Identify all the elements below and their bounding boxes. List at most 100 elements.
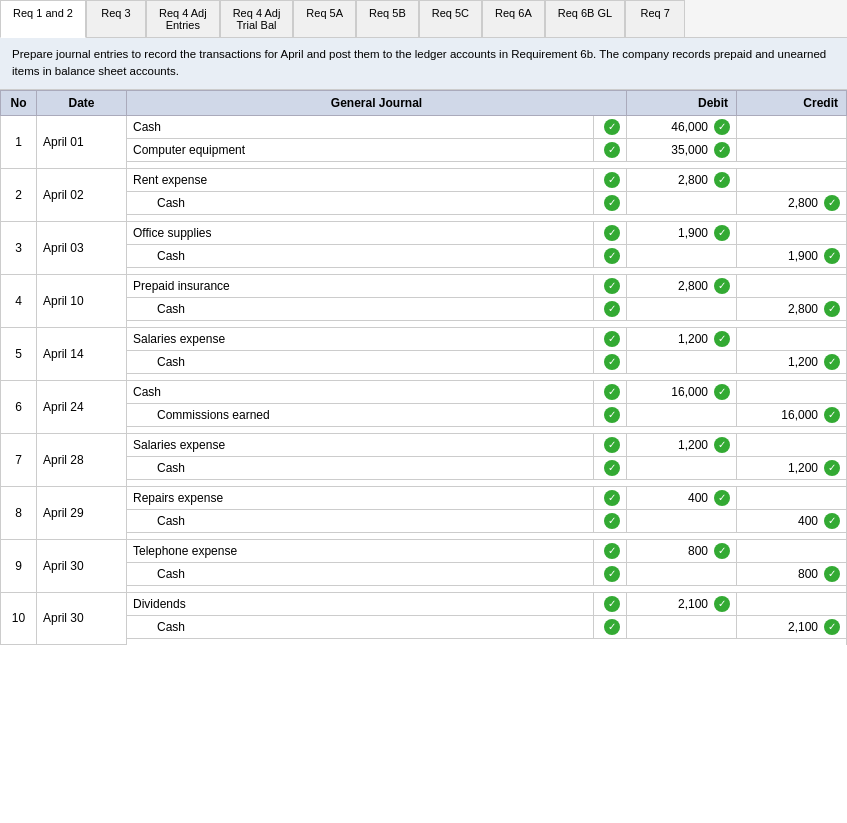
debit-cell[interactable]: 35,000 ✓	[627, 138, 737, 161]
table-row: 6 April 24 Cash ✓ 16,000 ✓	[1, 380, 847, 403]
debit-cell[interactable]: 1,200 ✓	[627, 433, 737, 456]
entry-desc[interactable]: Cash	[127, 191, 594, 214]
entry-date: April 03	[37, 221, 127, 274]
credit-cell	[737, 327, 847, 350]
check-cell[interactable]: ✓	[594, 562, 627, 585]
entry-desc[interactable]: Rent expense	[127, 168, 594, 191]
check-cell[interactable]: ✓	[594, 350, 627, 373]
credit-cell[interactable]: 2,100 ✓	[737, 615, 847, 638]
check-cell[interactable]: ✓	[594, 274, 627, 297]
tab-req4adj-entries[interactable]: Req 4 AdjEntries	[146, 0, 220, 37]
entry-desc[interactable]: Repairs expense	[127, 486, 594, 509]
entry-desc[interactable]: Cash	[127, 244, 594, 267]
credit-cell[interactable]: 2,800 ✓	[737, 191, 847, 214]
check-cell[interactable]: ✓	[594, 168, 627, 191]
tab-req1and2[interactable]: Req 1 and 2	[0, 0, 86, 38]
header-date: Date	[37, 90, 127, 115]
journal-table: No Date General Journal Debit Credit 1 A…	[0, 90, 847, 646]
check-cell[interactable]: ✓	[594, 297, 627, 320]
debit-cell[interactable]: 400 ✓	[627, 486, 737, 509]
debit-cell[interactable]: 1,200 ✓	[627, 327, 737, 350]
tab-req5c[interactable]: Req 5C	[419, 0, 482, 37]
header-no: No	[1, 90, 37, 115]
credit-cell[interactable]: 1,900 ✓	[737, 244, 847, 267]
credit-cell[interactable]: 2,800 ✓	[737, 297, 847, 320]
entry-no: 3	[1, 221, 37, 274]
tab-req5b[interactable]: Req 5B	[356, 0, 419, 37]
entry-desc[interactable]: Cash	[127, 562, 594, 585]
entry-desc[interactable]: Cash	[127, 456, 594, 479]
tab-req6b-gl[interactable]: Req 6B GL	[545, 0, 625, 37]
check-cell[interactable]: ✓	[594, 138, 627, 161]
debit-cell[interactable]: 2,100 ✓	[627, 592, 737, 615]
debit-cell[interactable]: 46,000 ✓	[627, 115, 737, 138]
credit-cell	[737, 221, 847, 244]
table-row: Cash ✓ 1,200 ✓	[1, 456, 847, 479]
check-cell[interactable]: ✓	[594, 115, 627, 138]
entry-desc[interactable]: Prepaid insurance	[127, 274, 594, 297]
entry-desc[interactable]: Commissions earned	[127, 403, 594, 426]
table-row: Commissions earned ✓ 16,000 ✓	[1, 403, 847, 426]
entry-no: 6	[1, 380, 37, 433]
entry-no: 5	[1, 327, 37, 380]
entry-desc[interactable]: Cash	[127, 615, 594, 638]
debit-cell[interactable]: 16,000 ✓	[627, 380, 737, 403]
entry-desc[interactable]: Cash	[127, 380, 594, 403]
check-cell[interactable]: ✓	[594, 539, 627, 562]
entry-desc[interactable]: Cash	[127, 350, 594, 373]
credit-cell[interactable]: 400 ✓	[737, 509, 847, 532]
entry-desc[interactable]: Cash	[127, 297, 594, 320]
debit-cell[interactable]: 800 ✓	[627, 539, 737, 562]
entry-date: April 24	[37, 380, 127, 433]
check-cell[interactable]: ✓	[594, 221, 627, 244]
credit-cell[interactable]: 1,200 ✓	[737, 456, 847, 479]
check-cell[interactable]: ✓	[594, 327, 627, 350]
credit-cell[interactable]: 800 ✓	[737, 562, 847, 585]
check-cell[interactable]: ✓	[594, 403, 627, 426]
check-cell[interactable]: ✓	[594, 191, 627, 214]
entry-desc[interactable]: Cash	[127, 509, 594, 532]
check-cell[interactable]: ✓	[594, 486, 627, 509]
check-cell[interactable]: ✓	[594, 456, 627, 479]
header-debit: Debit	[627, 90, 737, 115]
entry-date: April 29	[37, 486, 127, 539]
tab-req6a[interactable]: Req 6A	[482, 0, 545, 37]
debit-cell[interactable]: 2,800 ✓	[627, 274, 737, 297]
check-icon: ✓	[824, 460, 840, 476]
check-cell[interactable]: ✓	[594, 615, 627, 638]
debit-cell[interactable]: 1,900 ✓	[627, 221, 737, 244]
table-row: 8 April 29 Repairs expense ✓ 400 ✓	[1, 486, 847, 509]
entry-desc[interactable]: Cash	[127, 115, 594, 138]
check-cell[interactable]: ✓	[594, 509, 627, 532]
table-row: Cash ✓ 800 ✓	[1, 562, 847, 585]
credit-cell[interactable]: 16,000 ✓	[737, 403, 847, 426]
entry-desc[interactable]: Salaries expense	[127, 327, 594, 350]
entry-desc[interactable]: Computer equipment	[127, 138, 594, 161]
entry-no: 10	[1, 592, 37, 645]
credit-cell[interactable]: 1,200 ✓	[737, 350, 847, 373]
entry-desc[interactable]: Telephone expense	[127, 539, 594, 562]
entry-date: April 10	[37, 274, 127, 327]
entry-desc[interactable]: Salaries expense	[127, 433, 594, 456]
check-cell[interactable]: ✓	[594, 380, 627, 403]
check-cell[interactable]: ✓	[594, 244, 627, 267]
spacer-row	[1, 161, 847, 168]
spacer-row	[1, 267, 847, 274]
check-cell[interactable]: ✓	[594, 592, 627, 615]
check-icon: ✓	[714, 437, 730, 453]
entry-no: 1	[1, 115, 37, 168]
table-row: Cash ✓ 1,900 ✓	[1, 244, 847, 267]
entry-desc[interactable]: Office supplies	[127, 221, 594, 244]
check-icon: ✓	[714, 172, 730, 188]
debit-cell[interactable]: 2,800 ✓	[627, 168, 737, 191]
check-icon: ✓	[604, 596, 620, 612]
tab-req7[interactable]: Req 7	[625, 0, 685, 37]
check-icon: ✓	[824, 407, 840, 423]
tab-req3[interactable]: Req 3	[86, 0, 146, 37]
tab-req4adj-trial[interactable]: Req 4 AdjTrial Bal	[220, 0, 294, 37]
tab-req5a[interactable]: Req 5A	[293, 0, 356, 37]
check-icon: ✓	[714, 490, 730, 506]
entry-desc[interactable]: Dividends	[127, 592, 594, 615]
table-row: Cash ✓ 2,100 ✓	[1, 615, 847, 638]
check-cell[interactable]: ✓	[594, 433, 627, 456]
